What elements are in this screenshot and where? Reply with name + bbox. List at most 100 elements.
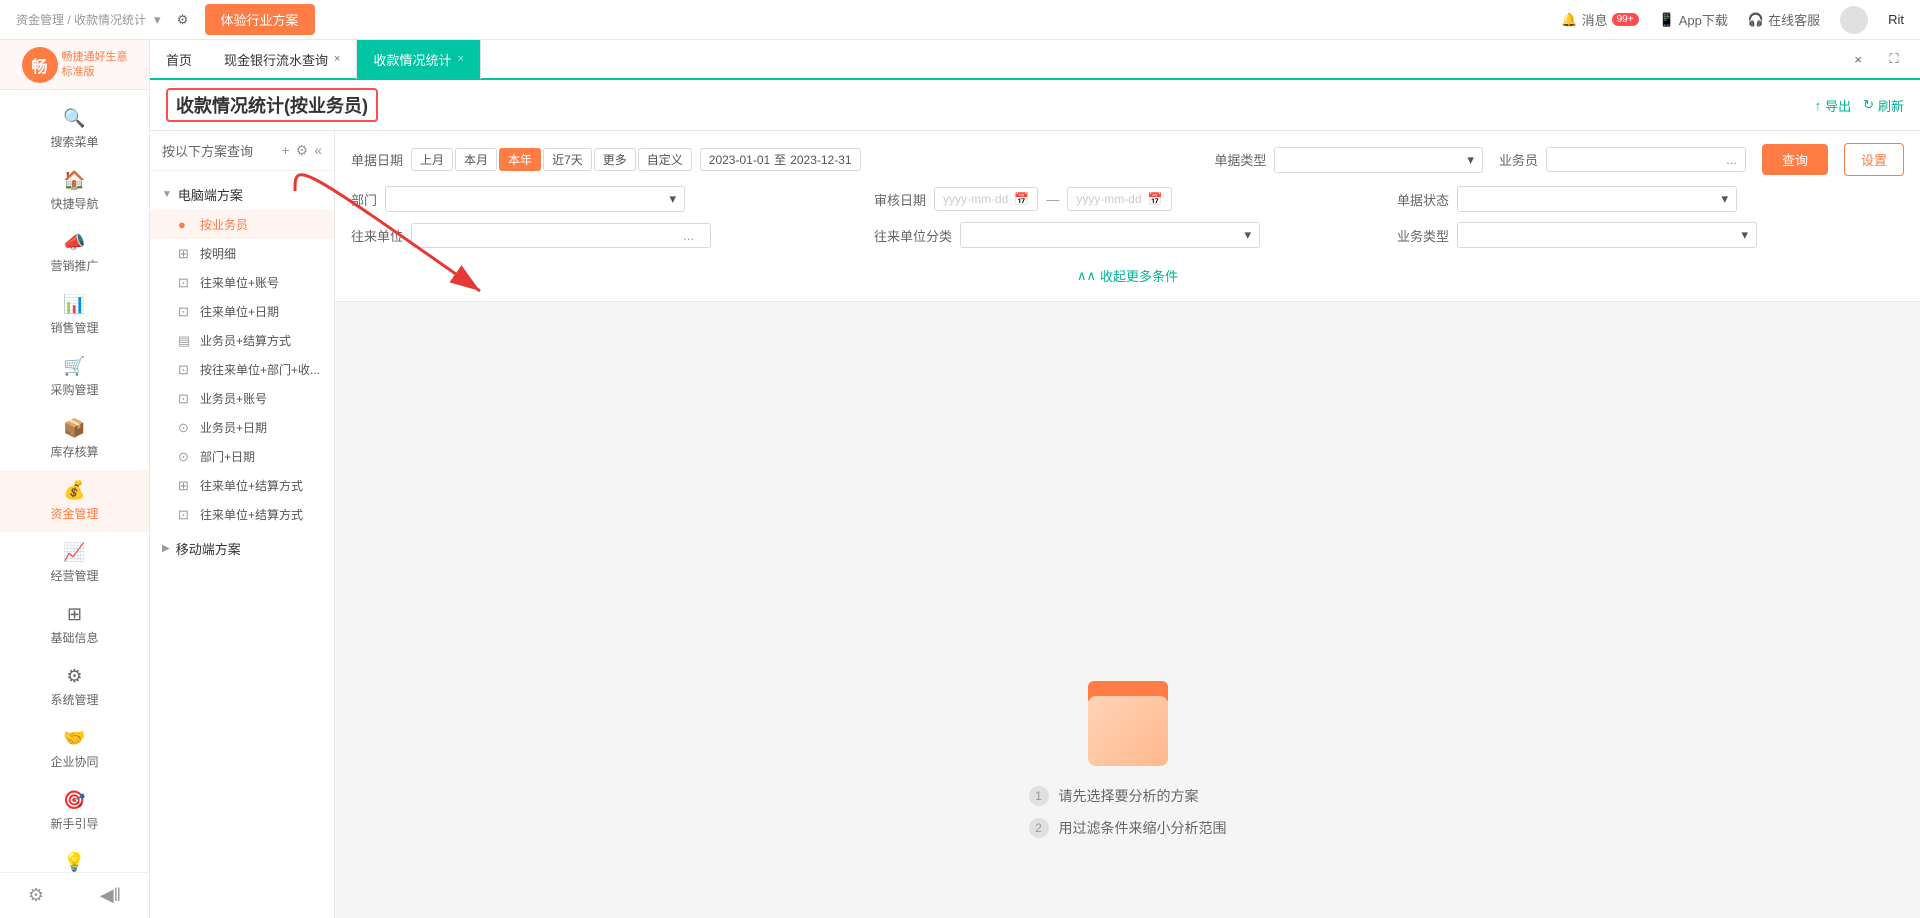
collapse-conditions-btn[interactable]: ∧∧ 收起更多条件 bbox=[351, 258, 1904, 289]
sidebar-item-inventory[interactable]: 📦 库存核算 bbox=[0, 408, 149, 470]
online-service-btn[interactable]: 🎧 在线客服 bbox=[1748, 10, 1820, 29]
box-shape bbox=[1088, 696, 1168, 766]
tree-mobile-expand-icon: ▶ bbox=[162, 543, 170, 554]
empty-area: 1 请先选择要分析的方案 2 用过滤条件来缩小分析范围 bbox=[335, 302, 1920, 918]
trial-button[interactable]: 体验行业方案 bbox=[205, 4, 315, 35]
settings-footer-btn[interactable]: ⚙ bbox=[28, 885, 44, 906]
sidebar-item-finance[interactable]: 💰 资金管理 bbox=[0, 470, 149, 532]
refresh-button[interactable]: ↻ 刷新 bbox=[1863, 96, 1904, 115]
sidebar-item-search[interactable]: 🔍 搜索菜单 bbox=[0, 98, 149, 160]
main-layout: 畅 畅捷通好生意标准版 🔍 搜索菜单 🏠 快捷导航 📣 营销推广 📊 销售管理 … bbox=[0, 40, 1920, 918]
date-more-btn[interactable]: 更多 bbox=[594, 148, 636, 171]
tab-bank-flow[interactable]: 现金银行流水查询 × bbox=[208, 40, 357, 79]
tree-item-partner-account[interactable]: ⊡ 往来单位+账号 bbox=[150, 268, 334, 297]
tab-bank-flow-close[interactable]: × bbox=[334, 53, 340, 65]
top-header-right: 🔔 消息 99+ 📱 App下载 🎧 在线客服 Rit bbox=[1561, 6, 1904, 34]
tree-item-label: 部门+日期 bbox=[200, 448, 255, 465]
partner-date-icon: ⊡ bbox=[178, 304, 194, 320]
hardware-icon: 💡 bbox=[63, 852, 85, 872]
settings-button[interactable]: 设置 bbox=[1844, 143, 1904, 176]
export-button[interactable]: ↑ 导出 bbox=[1815, 96, 1852, 115]
tree-item-by-detail[interactable]: ⊞ 按明细 bbox=[150, 239, 334, 268]
tree-group-mobile-header[interactable]: ▶ 移动端方案 bbox=[150, 533, 334, 564]
sidebar-item-hardware[interactable]: 💡 智能硬件 bbox=[0, 842, 149, 872]
sidebar-item-label: 新手引导 bbox=[50, 815, 98, 832]
partner-more-icon[interactable]: ... bbox=[683, 228, 694, 243]
user-name: Rit bbox=[1888, 12, 1904, 27]
biz-type-dropdown-icon: ▾ bbox=[1741, 227, 1748, 243]
window-close-btn[interactable]: × bbox=[1844, 45, 1872, 73]
date-custom-btn[interactable]: 自定义 bbox=[638, 148, 692, 171]
panel-header-title: 按以下方案查询 bbox=[162, 141, 253, 160]
date-recent7-btn[interactable]: 近7天 bbox=[543, 148, 592, 171]
date-dash: — bbox=[1046, 192, 1059, 207]
empty-steps: 1 请先选择要分析的方案 2 用过滤条件来缩小分析范围 bbox=[1029, 786, 1227, 838]
tree-item-partner-date[interactable]: ⊡ 往来单位+日期 bbox=[150, 297, 334, 326]
avatar[interactable] bbox=[1840, 6, 1868, 34]
search-row-2: 部门 ▾ 审核日期 yyyy-mm-dd 📅 bbox=[351, 186, 1904, 212]
dept-select[interactable]: ▾ bbox=[385, 186, 685, 212]
salesman-more-icon[interactable]: ... bbox=[1726, 152, 1737, 167]
messages-btn[interactable]: 🔔 消息 99+ bbox=[1561, 10, 1638, 29]
sidebar-item-basic-info[interactable]: ⊞ 基础信息 bbox=[0, 594, 149, 656]
tree-item-dept-date[interactable]: ⊙ 部门+日期 bbox=[150, 442, 334, 471]
partner-category-select[interactable]: ▾ bbox=[960, 222, 1260, 248]
tree-item-by-salesman[interactable]: ● 按业务员 bbox=[150, 210, 334, 239]
home-icon: 🏠 bbox=[63, 170, 85, 191]
tree-item-partner-settle2[interactable]: ⊡ 往来单位+结算方式 bbox=[150, 500, 334, 529]
tab-receipt-stats-close[interactable]: × bbox=[457, 53, 463, 65]
date-range-display[interactable]: 2023-01-01 至 2023-12-31 bbox=[700, 148, 861, 171]
sidebar-item-purchase[interactable]: 🛒 采购管理 bbox=[0, 346, 149, 408]
biz-type-label: 业务类型 bbox=[1397, 226, 1449, 245]
system-icon: ⚙ bbox=[66, 666, 82, 687]
page-title-wrapper: 收款情况统计(按业务员) bbox=[166, 88, 378, 122]
scheme-settings-btn[interactable]: ⚙ bbox=[296, 142, 309, 159]
tab-home[interactable]: 首页 bbox=[150, 40, 208, 79]
tree-item-label: 业务员+日期 bbox=[200, 419, 267, 436]
dropdown-icon[interactable]: ▾ bbox=[154, 12, 161, 28]
sidebar-item-guide[interactable]: 🎯 新手引导 bbox=[0, 780, 149, 842]
add-scheme-btn[interactable]: + bbox=[281, 142, 289, 159]
sidebar-item-system[interactable]: ⚙ 系统管理 bbox=[0, 656, 149, 718]
sidebar-item-operations[interactable]: 📈 经营管理 bbox=[0, 532, 149, 594]
enterprise-icon: 🤝 bbox=[63, 728, 85, 749]
search-icon: 🔍 bbox=[63, 108, 85, 129]
tree-item-partner-settle1[interactable]: ⊞ 往来单位+结算方式 bbox=[150, 471, 334, 500]
tree-item-salesman-settle[interactable]: ▤ 业务员+结算方式 bbox=[150, 326, 334, 355]
date-prev-month-btn[interactable]: 上月 bbox=[411, 148, 453, 171]
tree-item-partner-dept[interactable]: ⊡ 按往来单位+部门+收... bbox=[150, 355, 334, 384]
doc-status-field: 单据状态 ▾ bbox=[1397, 186, 1904, 212]
tree-item-label: 按明细 bbox=[200, 245, 236, 262]
window-maximize-btn[interactable]: ⛶ bbox=[1880, 45, 1908, 73]
doc-type-select[interactable]: ▾ bbox=[1274, 147, 1483, 173]
doc-type-field: 单据类型 ▾ bbox=[1214, 147, 1483, 173]
two-col-wrapper: 按以下方案查询 + ⚙ « ▼ 电脑端方案 bbox=[150, 131, 1920, 918]
date-this-year-btn[interactable]: 本年 bbox=[499, 148, 541, 171]
tree-item-salesman-date[interactable]: ⊙ 业务员+日期 bbox=[150, 413, 334, 442]
app-download-btn[interactable]: 📱 App下载 bbox=[1659, 10, 1728, 29]
settings-icon[interactable]: ⚙ bbox=[169, 6, 197, 34]
collapse-label: 收起更多条件 bbox=[1100, 266, 1178, 285]
doc-status-select[interactable]: ▾ bbox=[1457, 186, 1737, 212]
review-date-to-input[interactable]: yyyy-mm-dd 📅 bbox=[1067, 187, 1171, 211]
sidebar-item-marketing[interactable]: 📣 营销推广 bbox=[0, 222, 149, 284]
partner-category-label: 往来单位分类 bbox=[874, 226, 952, 245]
panel-header: 按以下方案查询 + ⚙ « bbox=[150, 131, 334, 171]
review-date-from-input[interactable]: yyyy-mm-dd 📅 bbox=[934, 187, 1038, 211]
date-this-month-btn[interactable]: 本月 bbox=[455, 148, 497, 171]
search-row-3: 往来单位 ... 往来单位分类 ▾ bbox=[351, 222, 1904, 248]
tree-group-desktop-header[interactable]: ▼ 电脑端方案 bbox=[150, 179, 334, 210]
salesman-select[interactable]: ... bbox=[1546, 147, 1746, 172]
tab-receipt-stats[interactable]: 收款情况统计 × bbox=[357, 40, 480, 79]
sidebar-item-nav[interactable]: 🏠 快捷导航 bbox=[0, 160, 149, 222]
collapse-panel-btn[interactable]: « bbox=[314, 142, 322, 159]
partner-select[interactable]: ... bbox=[411, 223, 711, 248]
tree-item-salesman-account[interactable]: ⊡ 业务员+账号 bbox=[150, 384, 334, 413]
sidebar-item-enterprise[interactable]: 🤝 企业协同 bbox=[0, 718, 149, 780]
sidebar-item-label: 系统管理 bbox=[50, 691, 98, 708]
sidebar-item-sales[interactable]: 📊 销售管理 bbox=[0, 284, 149, 346]
collapse-sidebar-btn[interactable]: ◀‖ bbox=[100, 885, 121, 906]
query-button[interactable]: 查询 bbox=[1762, 144, 1828, 175]
biz-type-select[interactable]: ▾ bbox=[1457, 222, 1757, 248]
messages-label: 消息 bbox=[1582, 10, 1608, 29]
